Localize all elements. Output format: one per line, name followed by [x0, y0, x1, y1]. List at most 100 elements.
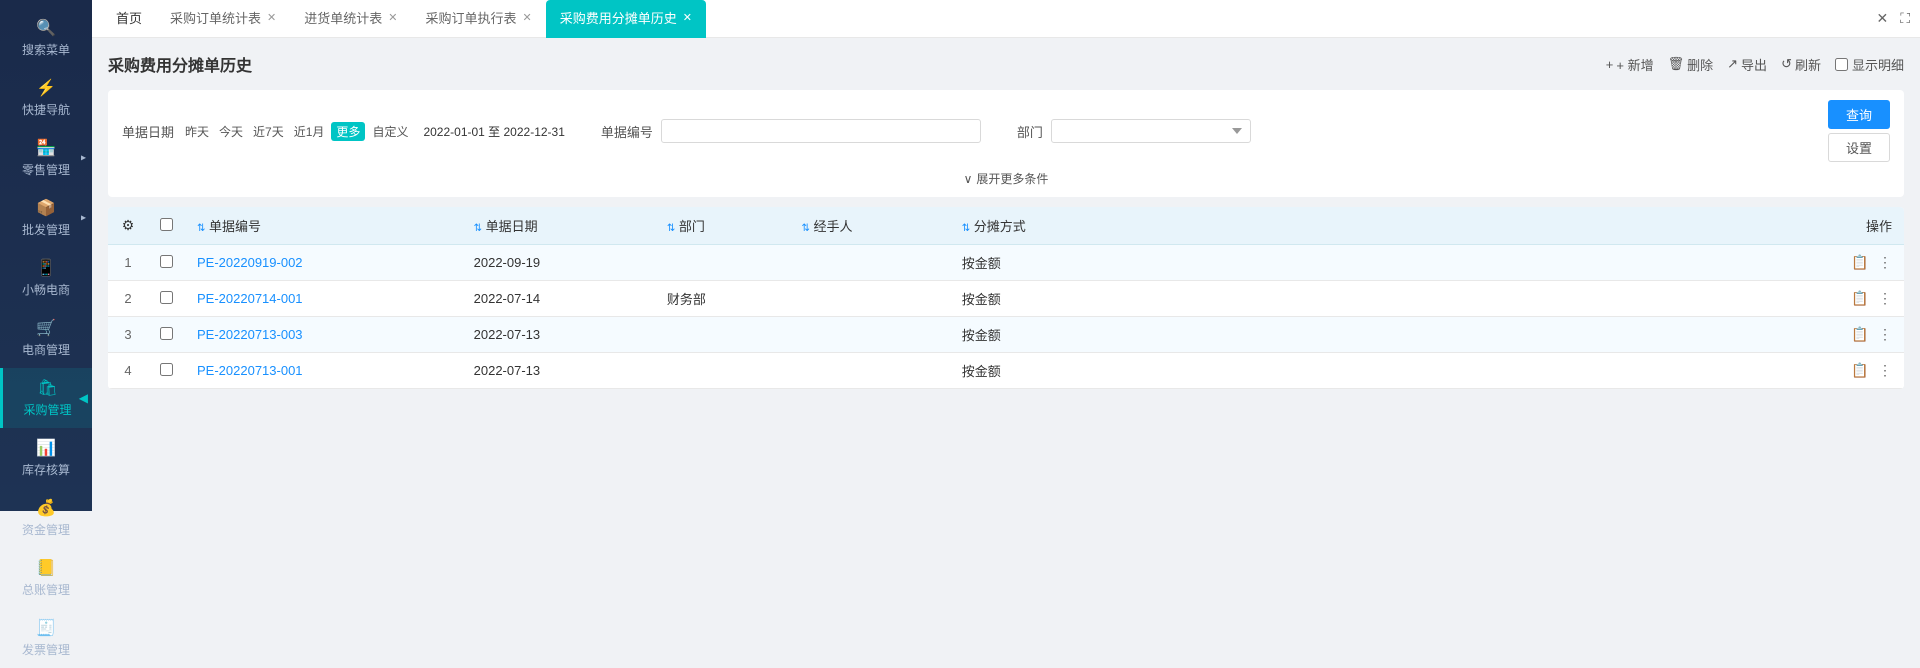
filter-settings-button[interactable]: 设置	[1828, 133, 1890, 162]
sidebar-item-finance[interactable]: 💰 资金管理	[0, 488, 92, 548]
td-checkbox	[148, 245, 185, 281]
tab-purchase-cost-history[interactable]: 采购费用分摊单历史 ✕	[546, 0, 706, 38]
th-handler[interactable]: ⇅ 经手人	[789, 207, 949, 245]
more-op-btn[interactable]: ⋮	[1878, 254, 1892, 270]
tab-close-purchase-cost-history[interactable]: ✕	[683, 11, 692, 24]
tab-close-purchase-order-stats[interactable]: ✕	[267, 11, 276, 24]
tab-home[interactable]: 首页	[102, 0, 156, 38]
tab-right-icons: ✕ ⛶	[1876, 10, 1910, 27]
table-container: ⚙ ⇅ 单据编号 ⇅ 单据日期	[108, 207, 1904, 389]
sidebar-item-label: 库存核算	[22, 461, 70, 478]
td-doc-num: PE-20220713-003	[185, 317, 462, 353]
dept-select[interactable]	[1051, 119, 1251, 143]
sort-icon: ⇅	[197, 223, 205, 234]
tab-inbound-stats[interactable]: 进货单统计表 ✕	[290, 0, 411, 38]
th-split-method[interactable]: ⇅ 分摊方式	[950, 207, 1804, 245]
date-range-text: 2022-01-01 至 2022-12-31	[423, 123, 564, 140]
sidebar-item-ledger[interactable]: 📒 总账管理	[0, 548, 92, 608]
chevron-right-icon: ▸	[81, 153, 86, 164]
expand-more-btn[interactable]: ∨ 展开更多条件	[964, 170, 1049, 187]
export-label: 导出	[1741, 55, 1767, 74]
row-checkbox[interactable]	[160, 291, 173, 304]
more-op-btn[interactable]: ⋮	[1878, 362, 1892, 378]
sidebar-item-label: 快捷导航	[22, 101, 70, 118]
money-icon: 💰	[36, 498, 56, 518]
more-op-btn[interactable]: ⋮	[1878, 326, 1892, 342]
row-checkbox[interactable]	[160, 327, 173, 340]
add-icon: +	[1606, 57, 1614, 72]
view-op-btn[interactable]: 📋	[1851, 254, 1868, 270]
doc-num-link[interactable]: PE-20220714-001	[197, 291, 303, 306]
dept-filter: 部门	[1017, 119, 1251, 143]
tab-home-label: 首页	[116, 8, 142, 27]
search-button[interactable]: 查询	[1828, 100, 1890, 129]
sidebar-item-invoice[interactable]: 🧾 发票管理	[0, 608, 92, 668]
td-row-num: 3	[108, 317, 148, 353]
expand-more-label: 展开更多条件	[976, 170, 1048, 187]
date-shortcuts: 昨天 今天 近7天 近1月 更多 自定义	[182, 122, 411, 141]
doc-num-link[interactable]: PE-20220713-001	[197, 363, 303, 378]
sidebar-item-purchase[interactable]: 🛍 采购管理 ◀	[0, 368, 92, 428]
sidebar-item-inventory[interactable]: 📊 库存核算	[0, 428, 92, 488]
view-op-btn[interactable]: 📋	[1851, 326, 1868, 342]
yesterday-btn[interactable]: 昨天	[182, 122, 212, 141]
refresh-button[interactable]: ↺ 刷新	[1781, 55, 1821, 74]
settings-icon[interactable]: ⚙	[122, 217, 135, 233]
th-dept[interactable]: ⇅ 部门	[655, 207, 790, 245]
delete-button[interactable]: 🗑 删除	[1668, 55, 1714, 74]
td-dept	[655, 245, 790, 281]
sort-icon: ⇅	[801, 223, 809, 234]
sidebar-item-search[interactable]: 🔍 搜索菜单	[0, 8, 92, 68]
show-cols-toggle[interactable]: 显示明细	[1835, 55, 1904, 74]
view-op-btn[interactable]: 📋	[1851, 362, 1868, 378]
last1month-btn[interactable]: 近1月	[291, 122, 328, 141]
export-button[interactable]: ↗ 导出	[1727, 55, 1767, 74]
sidebar-item-ecom-mgmt[interactable]: 🛒 电商管理	[0, 308, 92, 368]
last7days-btn[interactable]: 近7天	[250, 122, 287, 141]
sidebar-item-retail[interactable]: 🏪 零售管理 ▸	[0, 128, 92, 188]
tab-purchase-order-exec[interactable]: 采购订单执行表 ✕	[411, 0, 545, 38]
row-checkbox[interactable]	[160, 255, 173, 268]
td-row-num: 1	[108, 245, 148, 281]
th-doc-num-label: 单据编号	[209, 219, 261, 234]
page-content: 采购费用分摊单历史 + + 新增 🗑 删除 ↗ 导出 ↺ 刷新	[92, 38, 1920, 511]
sort-icon: ⇅	[474, 223, 482, 234]
today-btn[interactable]: 今天	[216, 122, 246, 141]
search-icon: 🔍	[36, 18, 56, 38]
doc-num-link[interactable]: PE-20220713-003	[197, 327, 303, 342]
add-button[interactable]: + + 新增	[1606, 55, 1654, 74]
maximize-icon[interactable]: ⛶	[1900, 10, 1910, 27]
th-doc-date-label: 单据日期	[486, 219, 538, 234]
td-handler	[789, 353, 949, 389]
more-op-btn[interactable]: ⋮	[1878, 290, 1892, 306]
invoice-icon: 🧾	[36, 618, 56, 638]
filter-row-1: 单据日期 昨天 今天 近7天 近1月 更多 自定义 2022-01-01 至 2…	[122, 100, 1890, 162]
page-title: 采购费用分摊单历史	[108, 52, 252, 76]
row-checkbox[interactable]	[160, 363, 173, 376]
custom-btn[interactable]: 自定义	[369, 122, 411, 141]
more-shortcuts-btn[interactable]: 更多	[331, 122, 365, 141]
sidebar-item-wholesale[interactable]: 📦 批发管理 ▸	[0, 188, 92, 248]
close-window-icon[interactable]: ✕	[1876, 10, 1888, 27]
toolbar: + + 新增 🗑 删除 ↗ 导出 ↺ 刷新 显示明细	[1606, 55, 1904, 74]
th-doc-date[interactable]: ⇅ 单据日期	[462, 207, 655, 245]
td-split-method: 按金额	[950, 353, 1804, 389]
tab-close-purchase-order-exec[interactable]: ✕	[523, 11, 532, 24]
select-all-checkbox[interactable]	[160, 218, 173, 231]
date-filter: 单据日期 昨天 今天 近7天 近1月 更多 自定义 2022-01-01 至 2…	[122, 122, 565, 141]
th-doc-num[interactable]: ⇅ 单据编号	[185, 207, 462, 245]
td-handler	[789, 245, 949, 281]
sidebar-item-ecom-mini[interactable]: 📱 小畅电商	[0, 248, 92, 308]
tab-purchase-order-stats[interactable]: 采购订单统计表 ✕	[156, 0, 290, 38]
sidebar-item-quick-nav[interactable]: ⚡ 快捷导航	[0, 68, 92, 128]
show-cols-checkbox[interactable]	[1835, 58, 1848, 71]
th-ops: 操作	[1804, 207, 1904, 245]
doc-num-input[interactable]	[661, 119, 981, 143]
td-split-method: 按金额	[950, 245, 1804, 281]
tab-close-inbound-stats[interactable]: ✕	[388, 11, 397, 24]
view-op-btn[interactable]: 📋	[1851, 290, 1868, 306]
td-split-method: 按金额	[950, 281, 1804, 317]
td-ops: 📋 ⋮	[1804, 281, 1904, 317]
doc-num-link[interactable]: PE-20220919-002	[197, 255, 303, 270]
sidebar-item-label: 发票管理	[22, 641, 70, 658]
